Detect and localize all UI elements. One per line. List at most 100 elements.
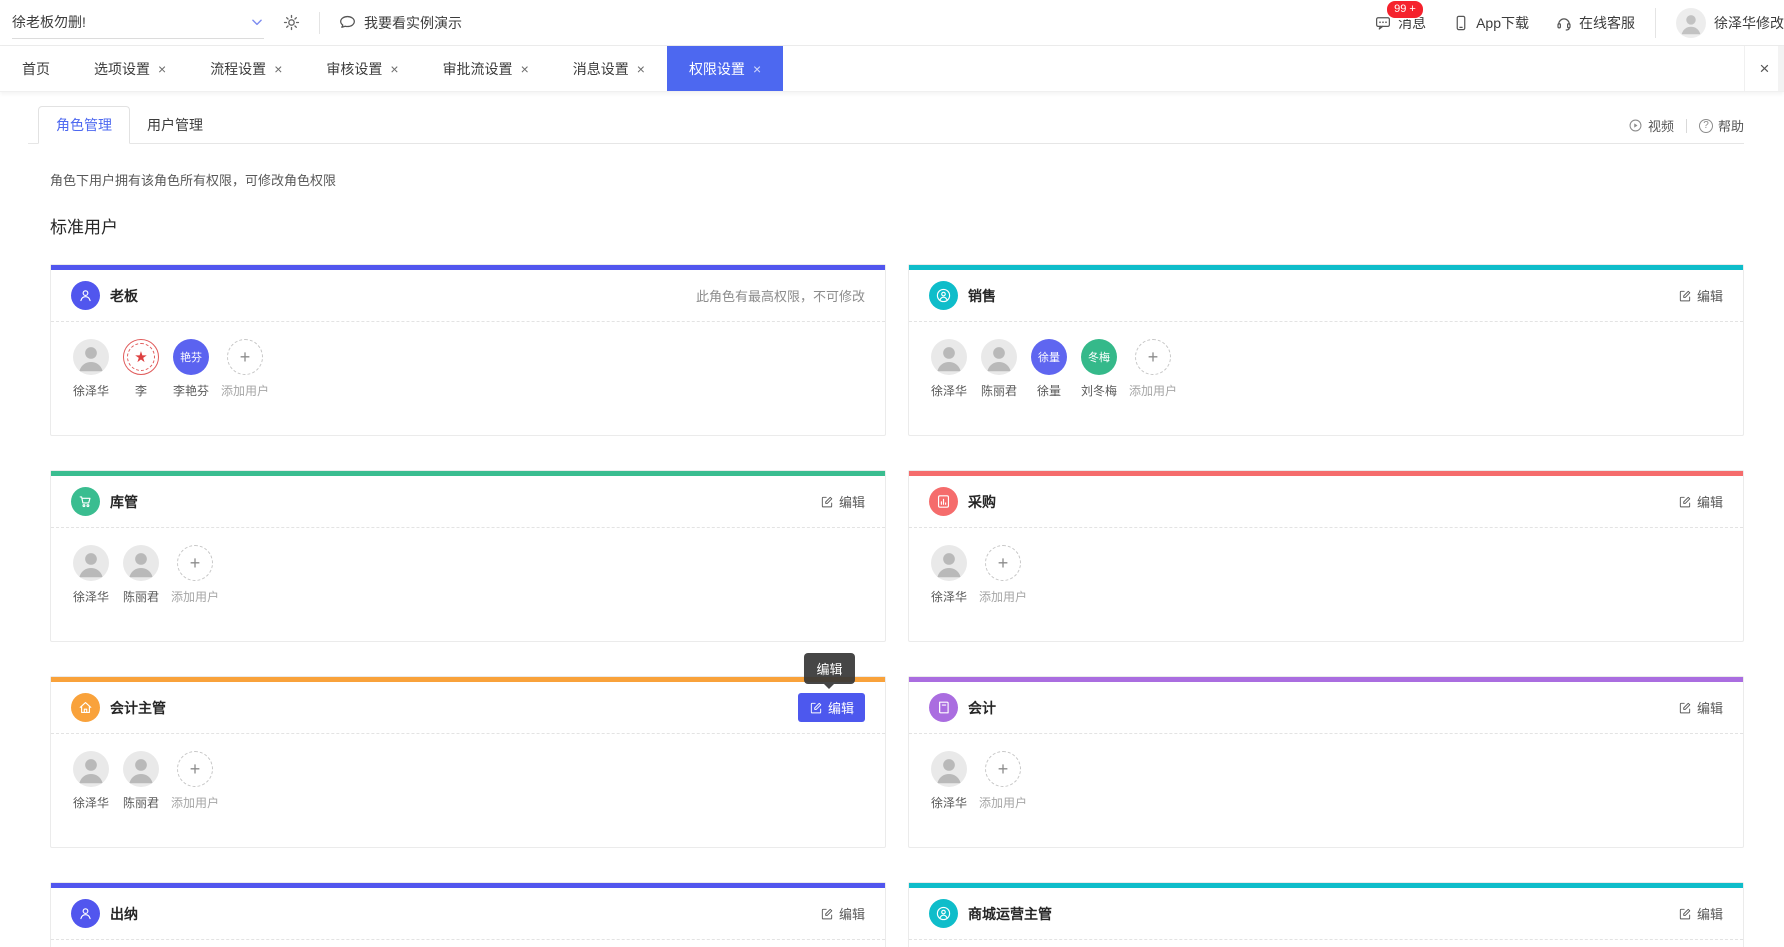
card-header: 会计 编辑 xyxy=(909,682,1743,734)
edit-button-wrap: 编辑 xyxy=(1678,698,1723,717)
online-service-label: 在线客服 xyxy=(1579,14,1635,31)
messages-button[interactable]: 99 + 消息 xyxy=(1374,0,1426,33)
topbar-right: 99 + 消息 App下载 在线客服 徐泽华修改 xyxy=(1348,0,1784,38)
card-header: 销售 编辑 xyxy=(909,270,1743,322)
tab-item[interactable]: 消息设置 × xyxy=(551,46,667,91)
tab-item[interactable]: 审核设置 × xyxy=(304,46,420,91)
default-avatar xyxy=(123,751,159,787)
edit-label: 编辑 xyxy=(827,701,854,716)
demo-link[interactable]: 我要看实例演示 xyxy=(338,13,462,33)
tab-label: 选项设置 xyxy=(94,60,150,77)
tab-list: 首页 选项设置 × 流程设置 × 审核设置 × 审批流设置 × 消息设置 × 权限设置 × xyxy=(0,46,1744,91)
member-name: 陈丽君 xyxy=(980,384,1017,398)
edit-label: 编辑 xyxy=(838,907,865,922)
add-user-button[interactable]: + 添加用户 xyxy=(979,545,1027,605)
card-header: 采购 编辑 xyxy=(909,476,1743,528)
role-card: 会计 编辑徐泽华 + 添加用户 xyxy=(908,676,1744,848)
add-user-button[interactable]: + 添加用户 xyxy=(221,339,269,399)
subtab-active[interactable]: 角色管理 xyxy=(38,106,130,144)
card-header-right: 编辑 xyxy=(820,492,865,511)
default-avatar xyxy=(73,751,109,787)
edit-button[interactable]: 编辑 xyxy=(1678,698,1723,717)
edit-button[interactable]: 编辑 xyxy=(820,492,865,511)
role-card: 商城运营主管 编辑 xyxy=(908,882,1744,947)
user-icon xyxy=(71,281,100,310)
tab-active[interactable]: 权限设置 × xyxy=(666,46,784,91)
card-members xyxy=(51,940,885,947)
member-item[interactable]: 徐泽华 xyxy=(929,545,969,605)
card-header-right: 编辑 xyxy=(1678,698,1723,717)
app-download-button[interactable]: App下载 xyxy=(1452,13,1529,33)
role-note: 此角色有最高权限，不可修改 xyxy=(695,289,865,304)
add-user-label: 添加用户 xyxy=(979,590,1028,604)
edit-label: 编辑 xyxy=(838,495,865,510)
scroll-strip xyxy=(1778,46,1784,91)
user-circle-icon xyxy=(929,281,958,310)
add-user-label: 添加用户 xyxy=(1129,384,1178,398)
user-menu[interactable]: 徐泽华修改 xyxy=(1655,7,1784,38)
play-circle-icon xyxy=(1628,118,1643,133)
edit-label: 编辑 xyxy=(1696,701,1723,716)
help-button[interactable]: ? 帮助 xyxy=(1698,116,1744,135)
cart-icon xyxy=(71,487,100,516)
tab-close-icon[interactable]: × xyxy=(274,62,282,76)
member-item[interactable]: 徐泽华 xyxy=(71,545,111,605)
add-user-button[interactable]: + 添加用户 xyxy=(171,545,219,605)
role-permission-description: 角色下用户拥有该角色所有权限，可修改角色权限 xyxy=(50,173,337,188)
edit-button[interactable]: 编辑 xyxy=(1678,286,1723,305)
member-item[interactable]: 徐泽华 xyxy=(71,339,111,399)
default-avatar xyxy=(931,339,967,375)
tab-item[interactable]: 选项设置 × xyxy=(72,46,188,91)
member-item[interactable]: 陈丽君 xyxy=(121,545,161,605)
subtab-row: 角色管理 用户管理 视频 ? 帮助 xyxy=(28,106,1744,144)
tab-item[interactable]: 首页 xyxy=(0,46,72,91)
member-item[interactable]: 冬梅 刘冬梅 xyxy=(1079,339,1119,399)
topbar: 徐老板勿删! 我要看实例演示 99 + 消息 App下载 在线客服 徐泽华修改 xyxy=(0,0,1784,46)
member-item[interactable]: ★ 李 xyxy=(121,339,161,399)
member-item[interactable]: 陈丽君 xyxy=(979,339,1019,399)
tab-item[interactable]: 审批流设置 × xyxy=(421,46,551,91)
tab-item[interactable]: 流程设置 × xyxy=(188,46,304,91)
tab-close-icon[interactable]: × xyxy=(158,62,166,76)
card-header: 会计主管 编辑 编辑 xyxy=(51,653,885,734)
tooltip-caret xyxy=(824,684,835,694)
member-item[interactable]: 艳芬 李艳芬 xyxy=(171,339,211,399)
edit-icon xyxy=(1678,495,1692,509)
card-header-right: 编辑 xyxy=(1678,492,1723,511)
video-button[interactable]: 视频 xyxy=(1628,116,1674,135)
plus-icon: + xyxy=(1135,339,1171,375)
role-card: 老板 此角色有最高权限，不可修改 徐泽华 ★ 李艳芬 李艳芬 + 添加用户 xyxy=(50,264,886,436)
default-avatar xyxy=(123,545,159,581)
edit-tooltip: 编辑 xyxy=(804,653,855,689)
divider xyxy=(319,11,320,34)
plus-icon: + xyxy=(177,751,213,787)
online-service-button[interactable]: 在线客服 xyxy=(1555,13,1635,33)
member-item[interactable]: 徐泽华 xyxy=(71,751,111,811)
member-name: 徐泽华 xyxy=(72,384,109,398)
settings-gear-icon[interactable] xyxy=(282,13,301,32)
plus-icon: + xyxy=(985,545,1021,581)
edit-button[interactable]: 编辑 xyxy=(1678,904,1723,923)
role-card: 会计主管 编辑 编辑 徐泽华 陈丽君 + 添加用户 xyxy=(50,653,886,848)
tab-close-icon[interactable]: × xyxy=(390,62,398,76)
add-user-button[interactable]: + 添加用户 xyxy=(1129,339,1177,399)
plus-icon: + xyxy=(227,339,263,375)
card-members: 徐泽华 + 添加用户 xyxy=(909,528,1743,627)
role-title: 会计主管 xyxy=(110,699,166,716)
edit-button[interactable]: 编辑 xyxy=(820,904,865,923)
tab-close-icon[interactable]: × xyxy=(637,62,645,76)
add-user-button[interactable]: + 添加用户 xyxy=(171,751,219,811)
subtab-item[interactable]: 用户管理 xyxy=(130,107,220,143)
member-item[interactable]: 徐泽华 xyxy=(929,339,969,399)
role-card: 出纳 编辑 xyxy=(50,882,886,947)
member-item[interactable]: 徐量 徐量 xyxy=(1029,339,1069,399)
member-name: 陈丽君 xyxy=(122,590,159,604)
add-user-button[interactable]: + 添加用户 xyxy=(979,751,1027,811)
edit-button[interactable]: 编辑 xyxy=(1678,492,1723,511)
edit-button[interactable]: 编辑 xyxy=(797,693,865,722)
tab-close-icon[interactable]: × xyxy=(753,62,761,76)
member-item[interactable]: 徐泽华 xyxy=(929,751,969,811)
tab-close-icon[interactable]: × xyxy=(521,62,529,76)
account-selector[interactable]: 徐老板勿删! xyxy=(12,7,264,39)
member-item[interactable]: 陈丽君 xyxy=(121,751,161,811)
